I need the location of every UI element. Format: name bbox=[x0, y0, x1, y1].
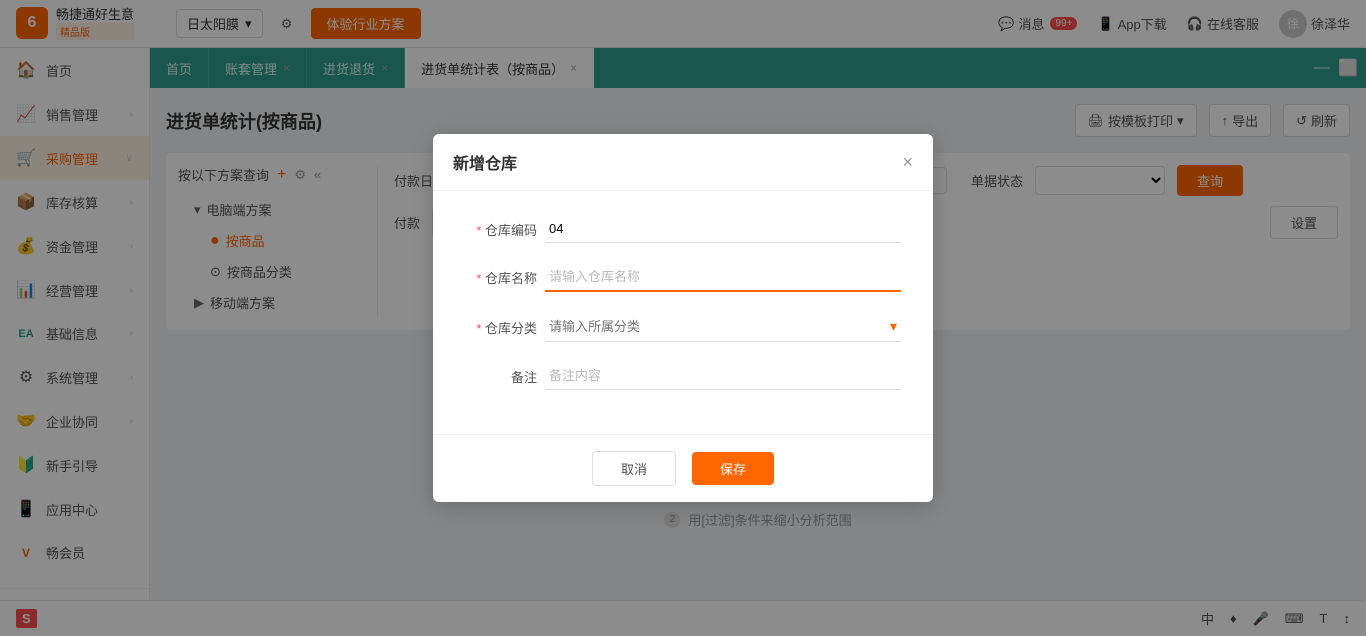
category-input[interactable] bbox=[549, 319, 890, 334]
new-warehouse-dialog: 新增仓库 × 仓库编码 仓库名称 仓库分类 ▾ bbox=[433, 134, 933, 502]
form-row-name: 仓库名称 bbox=[465, 263, 901, 292]
form-row-code: 仓库编码 bbox=[465, 215, 901, 243]
form-row-category: 仓库分类 ▾ bbox=[465, 312, 901, 342]
code-input[interactable] bbox=[545, 215, 901, 243]
cancel-button[interactable]: 取消 bbox=[592, 451, 676, 486]
name-label: 仓库名称 bbox=[465, 268, 545, 287]
note-label: 备注 bbox=[465, 367, 545, 386]
dialog-header: 新增仓库 × bbox=[433, 134, 933, 191]
dialog-body: 仓库编码 仓库名称 仓库分类 ▾ 备注 bbox=[433, 191, 933, 434]
dialog-footer: 取消 保存 bbox=[433, 434, 933, 502]
save-button[interactable]: 保存 bbox=[692, 452, 774, 485]
category-dropdown-icon: ▾ bbox=[890, 318, 897, 335]
category-select-wrap[interactable]: ▾ bbox=[545, 312, 901, 342]
code-label: 仓库编码 bbox=[465, 220, 545, 239]
dialog-title: 新增仓库 bbox=[453, 150, 517, 174]
modal-overlay: 新增仓库 × 仓库编码 仓库名称 仓库分类 ▾ bbox=[0, 0, 1366, 636]
dialog-close-button[interactable]: × bbox=[902, 152, 913, 173]
note-input[interactable] bbox=[545, 362, 901, 390]
name-input[interactable] bbox=[545, 263, 901, 292]
form-row-note: 备注 bbox=[465, 362, 901, 390]
category-label: 仓库分类 bbox=[465, 318, 545, 337]
